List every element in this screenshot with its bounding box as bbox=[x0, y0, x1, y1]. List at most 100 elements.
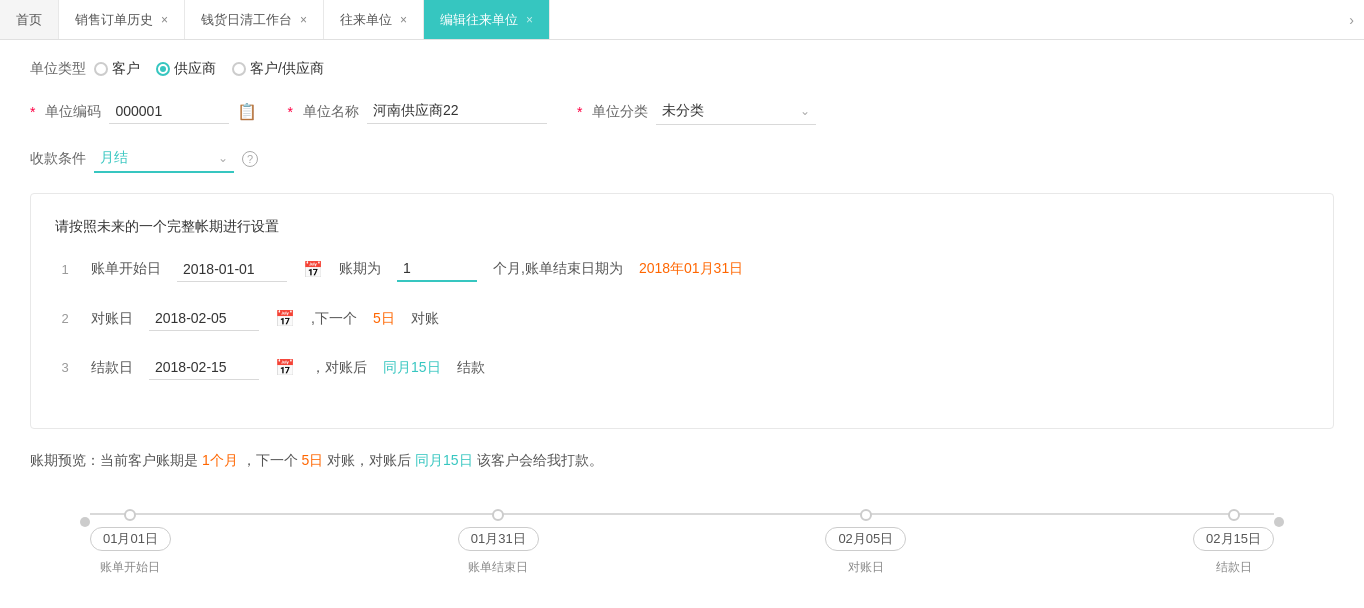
tab-edit-contact[interactable]: 编辑往来单位 × bbox=[424, 0, 550, 39]
tab-sales-history-close[interactable]: × bbox=[161, 13, 168, 27]
preview-part3: 同月15日 bbox=[415, 452, 473, 468]
preview-part2: 5日 bbox=[301, 452, 323, 468]
tab-sales-history[interactable]: 销售订单历史 × bbox=[59, 0, 185, 39]
radio-customer-supplier-circle bbox=[232, 62, 246, 76]
card-title: 请按照未来的一个完整帐期进行设置 bbox=[55, 218, 1309, 236]
payment-terms-label: 收款条件 bbox=[30, 150, 86, 168]
reconcile-calendar-icon[interactable]: 📅 bbox=[275, 309, 295, 328]
timeline-label-2: 账单结束日 bbox=[468, 559, 528, 576]
timeline: 01月01日 账单开始日 01月31日 账单结束日 02月05日 对账日 02月… bbox=[30, 499, 1334, 606]
preview-section: 账期预览：当前客户账期是 1个月 ，下一个 5日 对账，对账后 同月15日 该客… bbox=[30, 449, 1334, 471]
payment-terms-group: 收款条件 月结 ⌄ ? bbox=[30, 145, 258, 173]
period-value-input[interactable] bbox=[397, 256, 477, 282]
timeline-badge-1: 01月01日 bbox=[90, 527, 171, 551]
timeline-label-4: 结款日 bbox=[1216, 559, 1252, 576]
timeline-dot-2 bbox=[492, 509, 504, 521]
tab-contacts[interactable]: 往来单位 × bbox=[324, 0, 424, 39]
unit-category-select[interactable]: 未分类 ⌄ bbox=[656, 98, 816, 125]
payment-terms-value: 月结 bbox=[100, 149, 212, 167]
tab-contacts-label: 往来单位 bbox=[340, 11, 392, 29]
tab-cashflow-label: 钱货日清工作台 bbox=[201, 11, 292, 29]
period-label: 账期为 bbox=[339, 260, 381, 278]
payment-terms-arrow-icon: ⌄ bbox=[218, 151, 228, 165]
reconcile-label: 对账日 bbox=[91, 310, 133, 328]
preview-prefix: 账期预览：当前客户账期是 bbox=[30, 452, 198, 468]
radio-supplier[interactable]: 供应商 bbox=[156, 60, 216, 78]
unit-code-label: 单位编码 bbox=[45, 103, 101, 121]
radio-supplier-circle bbox=[156, 62, 170, 76]
tab-more-button[interactable]: › bbox=[1339, 0, 1364, 39]
preview-middle1: ，下一个 bbox=[242, 452, 298, 468]
bill-start-date-input[interactable] bbox=[177, 257, 287, 282]
unit-category-group: * 单位分类 未分类 ⌄ bbox=[577, 98, 816, 125]
payment-terms-row: 收款条件 月结 ⌄ ? bbox=[30, 145, 1334, 173]
unit-details-row: * 单位编码 📋 * 单位名称 * 单位分类 未分类 ⌄ bbox=[30, 98, 1334, 125]
unit-type-label: 单位类型 bbox=[30, 60, 86, 78]
period-unit-text: 个月,账单结束日期为 bbox=[493, 260, 623, 278]
tab-cashflow-close[interactable]: × bbox=[300, 13, 307, 27]
tab-cashflow[interactable]: 钱货日清工作台 × bbox=[185, 0, 324, 39]
reconcile-suffix-prefix: ,下一个 bbox=[311, 310, 357, 328]
timeline-point-4: 02月15日 结款日 bbox=[1193, 509, 1274, 576]
setting-num-1: 1 bbox=[55, 262, 75, 277]
timeline-dot-4 bbox=[1228, 509, 1240, 521]
timeline-point-1: 01月01日 账单开始日 bbox=[90, 509, 171, 576]
radio-customer-supplier[interactable]: 客户/供应商 bbox=[232, 60, 324, 78]
radio-customer-supplier-label: 客户/供应商 bbox=[250, 60, 324, 78]
timeline-label-1: 账单开始日 bbox=[100, 559, 160, 576]
payment-suffix-prefix: ，对账后 bbox=[311, 359, 367, 377]
timeline-right-end-dot bbox=[1274, 517, 1284, 527]
timeline-badge-3: 02月05日 bbox=[825, 527, 906, 551]
unit-code-copy-icon[interactable]: 📋 bbox=[237, 102, 257, 121]
payment-suffix-text: 结款 bbox=[457, 359, 485, 377]
reconcile-suffix-text: 对账 bbox=[411, 310, 439, 328]
unit-category-star: * bbox=[577, 104, 582, 120]
radio-customer[interactable]: 客户 bbox=[94, 60, 140, 78]
tab-edit-contact-label: 编辑往来单位 bbox=[440, 11, 518, 29]
timeline-left-end-dot bbox=[80, 517, 90, 527]
setting-row-1: 1 账单开始日 📅 账期为 个月,账单结束日期为 2018年01月31日 bbox=[55, 256, 1309, 282]
payment-suffix-day: 同月15日 bbox=[383, 359, 441, 377]
payment-terms-select[interactable]: 月结 ⌄ bbox=[94, 145, 234, 173]
tab-bar: 首页 销售订单历史 × 钱货日清工作台 × 往来单位 × 编辑往来单位 × › bbox=[0, 0, 1364, 40]
setting-row-2: 2 对账日 📅 ,下一个 5日 对账 bbox=[55, 306, 1309, 331]
unit-name-input[interactable] bbox=[367, 99, 547, 124]
preview-part1: 1个月 bbox=[202, 452, 238, 468]
tab-sales-history-label: 销售订单历史 bbox=[75, 11, 153, 29]
reconcile-date-input[interactable] bbox=[149, 306, 259, 331]
payment-calendar-icon[interactable]: 📅 bbox=[275, 358, 295, 377]
unit-category-label: 单位分类 bbox=[592, 103, 648, 121]
tab-home[interactable]: 首页 bbox=[0, 0, 59, 39]
tab-edit-contact-close[interactable]: × bbox=[526, 13, 533, 27]
unit-category-arrow-icon: ⌄ bbox=[800, 104, 810, 118]
unit-name-star: * bbox=[287, 104, 292, 120]
payment-date-input[interactable] bbox=[149, 355, 259, 380]
unit-type-radio-group: 客户 供应商 客户/供应商 bbox=[94, 60, 324, 78]
bill-start-label: 账单开始日 bbox=[91, 260, 161, 278]
timeline-badge-4: 02月15日 bbox=[1193, 527, 1274, 551]
period-end-date: 2018年01月31日 bbox=[639, 260, 743, 278]
unit-name-label: 单位名称 bbox=[303, 103, 359, 121]
unit-type-row: 单位类型 客户 供应商 客户/供应商 bbox=[30, 60, 1334, 78]
bill-start-calendar-icon[interactable]: 📅 bbox=[303, 260, 323, 279]
timeline-point-3: 02月05日 对账日 bbox=[825, 509, 906, 576]
period-settings-card: 请按照未来的一个完整帐期进行设置 1 账单开始日 📅 账期为 个月,账单结束日期… bbox=[30, 193, 1334, 429]
reconcile-suffix-day: 5日 bbox=[373, 310, 395, 328]
radio-supplier-label: 供应商 bbox=[174, 60, 216, 78]
help-icon[interactable]: ? bbox=[242, 151, 258, 167]
timeline-label-3: 对账日 bbox=[848, 559, 884, 576]
tab-contacts-close[interactable]: × bbox=[400, 13, 407, 27]
unit-code-input[interactable] bbox=[109, 99, 229, 124]
timeline-dot-1 bbox=[124, 509, 136, 521]
payment-date-label: 结款日 bbox=[91, 359, 133, 377]
timeline-dot-3 bbox=[860, 509, 872, 521]
unit-name-group: * 单位名称 bbox=[287, 99, 546, 124]
setting-num-3: 3 bbox=[55, 360, 75, 375]
preview-middle2: 对账，对账后 bbox=[327, 452, 411, 468]
unit-code-group: * 单位编码 📋 bbox=[30, 99, 257, 124]
timeline-badge-2: 01月31日 bbox=[458, 527, 539, 551]
timeline-point-2: 01月31日 账单结束日 bbox=[458, 509, 539, 576]
preview-suffix: 该客户会给我打款。 bbox=[477, 452, 603, 468]
unit-type-group: 单位类型 客户 供应商 客户/供应商 bbox=[30, 60, 324, 78]
radio-customer-circle bbox=[94, 62, 108, 76]
